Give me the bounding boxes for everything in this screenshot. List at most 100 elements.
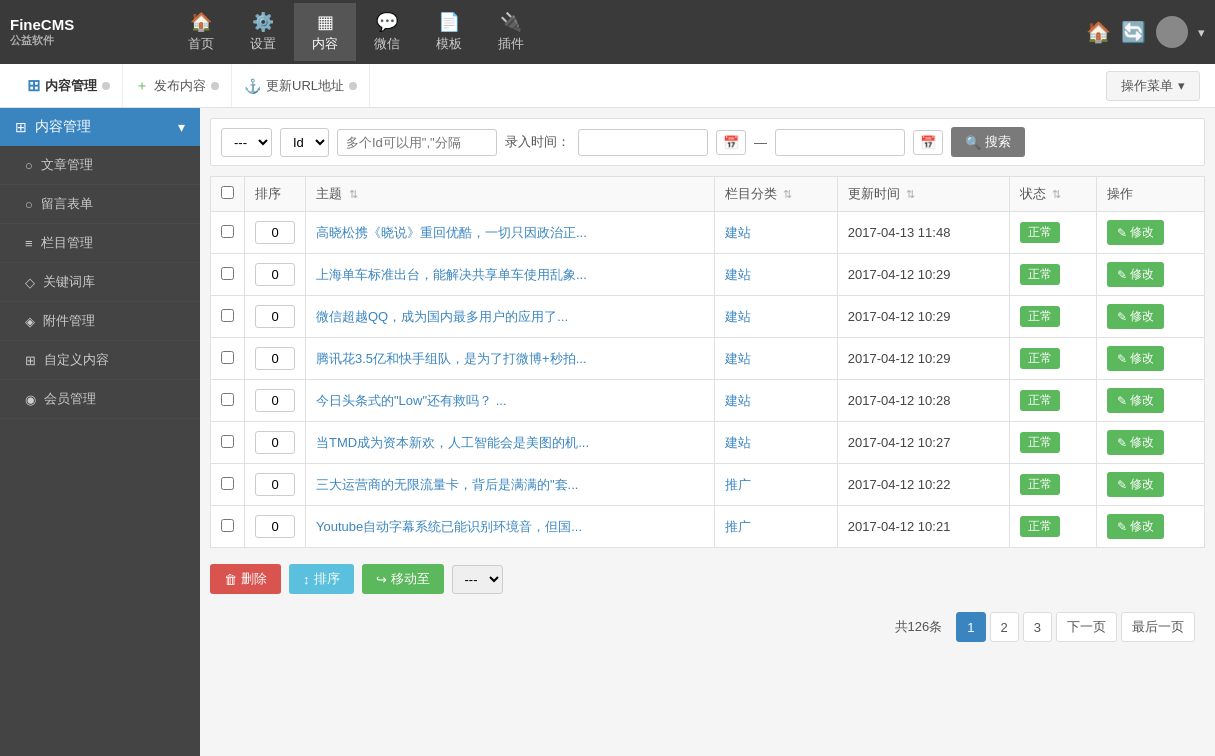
move-select[interactable]: ---: [452, 565, 503, 594]
nav-items: 🏠首页⚙️设置▦内容💬微信📄模板🔌插件: [170, 3, 1086, 61]
sidebar-header[interactable]: ⊞ 内容管理 ▾: [0, 108, 200, 146]
row-category-link-5[interactable]: 建站: [725, 435, 751, 450]
nav-item-微信[interactable]: 💬微信: [356, 3, 418, 61]
edit-label-7: 修改: [1130, 518, 1154, 535]
ops-menu-button[interactable]: 操作菜单 ▾: [1106, 71, 1200, 101]
edit-button-6[interactable]: ✎ 修改: [1107, 472, 1164, 497]
date-from-cal-button[interactable]: 📅: [716, 130, 746, 155]
time-sort-icon[interactable]: ⇅: [906, 188, 915, 200]
sidebar-item-4[interactable]: ◈附件管理: [0, 302, 200, 341]
row-rank-cell-2: [245, 296, 306, 338]
date-to-input[interactable]: [775, 129, 905, 156]
sub-nav-item-1[interactable]: ＋发布内容: [123, 64, 232, 107]
row-checkbox-1[interactable]: [221, 267, 234, 280]
sort-button[interactable]: ↕ 排序: [289, 564, 354, 594]
rank-input-5[interactable]: [255, 431, 295, 454]
row-category-link-6[interactable]: 推广: [725, 477, 751, 492]
rank-input-4[interactable]: [255, 389, 295, 412]
sidebar-item-0[interactable]: ○文章管理: [0, 146, 200, 185]
row-checkbox-4[interactable]: [221, 393, 234, 406]
rank-input-7[interactable]: [255, 515, 295, 538]
row-title-link-0[interactable]: 高晓松携《晓说》重回优酷，一切只因政治正...: [316, 225, 587, 240]
edit-button-5[interactable]: ✎ 修改: [1107, 430, 1164, 455]
edit-button-4[interactable]: ✎ 修改: [1107, 388, 1164, 413]
row-category-link-0[interactable]: 建站: [725, 225, 751, 240]
row-checkbox-3[interactable]: [221, 351, 234, 364]
sidebar-label-3: 关键词库: [43, 273, 95, 291]
th-title: 主题 ⇅: [306, 177, 715, 212]
row-category-link-2[interactable]: 建站: [725, 309, 751, 324]
move-button[interactable]: ↪ 移动至: [362, 564, 444, 594]
date-from-input[interactable]: [578, 129, 708, 156]
row-title-link-1[interactable]: 上海单车标准出台，能解决共享单车使用乱象...: [316, 267, 587, 282]
rank-input-0[interactable]: [255, 221, 295, 244]
row-title-link-5[interactable]: 当TMD成为资本新欢，人工智能会是美图的机...: [316, 435, 589, 450]
row-checkbox-6[interactable]: [221, 477, 234, 490]
rank-input-6[interactable]: [255, 473, 295, 496]
sidebar-item-2[interactable]: ≡栏目管理: [0, 224, 200, 263]
row-title-link-6[interactable]: 三大运营商的无限流量卡，背后是满满的"套...: [316, 477, 578, 492]
id-select[interactable]: Id: [280, 128, 329, 157]
edit-button-7[interactable]: ✎ 修改: [1107, 514, 1164, 539]
page-btn-1[interactable]: 1: [956, 612, 985, 642]
select-all-checkbox[interactable]: [221, 186, 234, 199]
edit-button-0[interactable]: ✎ 修改: [1107, 220, 1164, 245]
sidebar-item-5[interactable]: ⊞自定义内容: [0, 341, 200, 380]
sub-nav-item-2[interactable]: ⚓更新URL地址: [232, 64, 370, 107]
edit-button-1[interactable]: ✎ 修改: [1107, 262, 1164, 287]
sidebar: ⊞ 内容管理 ▾ ○文章管理○留言表单≡栏目管理◇关键词库◈附件管理⊞自定义内容…: [0, 108, 200, 756]
category-select[interactable]: ---: [221, 128, 272, 157]
sub-nav-item-0[interactable]: ⊞内容管理: [15, 64, 123, 107]
last-page-button[interactable]: 最后一页: [1121, 612, 1195, 642]
row-time-3: 2017-04-12 10:29: [848, 351, 951, 366]
sidebar-item-6[interactable]: ◉会员管理: [0, 380, 200, 419]
row-title-link-7[interactable]: Youtube自动字幕系统已能识别环境音，但国...: [316, 519, 582, 534]
page-btn-2[interactable]: 2: [990, 612, 1019, 642]
row-checkbox-5[interactable]: [221, 435, 234, 448]
row-category-link-4[interactable]: 建站: [725, 393, 751, 408]
edit-button-2[interactable]: ✎ 修改: [1107, 304, 1164, 329]
row-category-cell-7: 推广: [714, 506, 837, 548]
row-title-link-2[interactable]: 微信超越QQ，成为国内最多用户的应用了...: [316, 309, 568, 324]
row-time-2: 2017-04-12 10:29: [848, 309, 951, 324]
status-sort-icon[interactable]: ⇅: [1052, 188, 1061, 200]
search-button[interactable]: 🔍 搜索: [951, 127, 1025, 157]
row-category-link-3[interactable]: 建站: [725, 351, 751, 366]
nav-item-设置[interactable]: ⚙️设置: [232, 3, 294, 61]
sidebar-item-3[interactable]: ◇关键词库: [0, 263, 200, 302]
nav-item-模板[interactable]: 📄模板: [418, 3, 480, 61]
edit-label-0: 修改: [1130, 224, 1154, 241]
status-badge-5: 正常: [1020, 432, 1060, 453]
refresh-icon[interactable]: 🔄: [1121, 20, 1146, 44]
avatar[interactable]: [1156, 16, 1188, 48]
home-icon[interactable]: 🏠: [1086, 20, 1111, 44]
next-page-button[interactable]: 下一页: [1056, 612, 1117, 642]
sidebar-item-1[interactable]: ○留言表单: [0, 185, 200, 224]
sidebar-header-icon: ⊞: [15, 119, 27, 135]
row-title-link-3[interactable]: 腾讯花3.5亿和快手组队，是为了打微博+秒拍...: [316, 351, 587, 366]
nav-item-内容[interactable]: ▦内容: [294, 3, 356, 61]
date-to-cal-button[interactable]: 📅: [913, 130, 943, 155]
title-sort-icon[interactable]: ⇅: [349, 188, 358, 200]
page-btn-3[interactable]: 3: [1023, 612, 1052, 642]
delete-button[interactable]: 🗑 删除: [210, 564, 281, 594]
row-category-link-1[interactable]: 建站: [725, 267, 751, 282]
edit-button-3[interactable]: ✎ 修改: [1107, 346, 1164, 371]
rank-input-1[interactable]: [255, 263, 295, 286]
row-title-link-4[interactable]: 今日头条式的"Low"还有救吗？ ...: [316, 393, 507, 408]
row-category-cell-6: 推广: [714, 464, 837, 506]
rank-input-2[interactable]: [255, 305, 295, 328]
row-checkbox-2[interactable]: [221, 309, 234, 322]
row-status-cell-5: 正常: [1009, 422, 1096, 464]
table-row: 上海单车标准出台，能解决共享单车使用乱象... 建站 2017-04-12 10…: [211, 254, 1205, 296]
rank-input-3[interactable]: [255, 347, 295, 370]
id-input[interactable]: [337, 129, 497, 156]
nav-icon-首页: 🏠: [190, 11, 212, 33]
nav-item-首页[interactable]: 🏠首页: [170, 3, 232, 61]
row-checkbox-7[interactable]: [221, 519, 234, 532]
avatar-dropdown[interactable]: ▾: [1198, 25, 1205, 40]
category-sort-icon[interactable]: ⇅: [783, 188, 792, 200]
nav-item-插件[interactable]: 🔌插件: [480, 3, 542, 61]
row-checkbox-0[interactable]: [221, 225, 234, 238]
row-category-link-7[interactable]: 推广: [725, 519, 751, 534]
